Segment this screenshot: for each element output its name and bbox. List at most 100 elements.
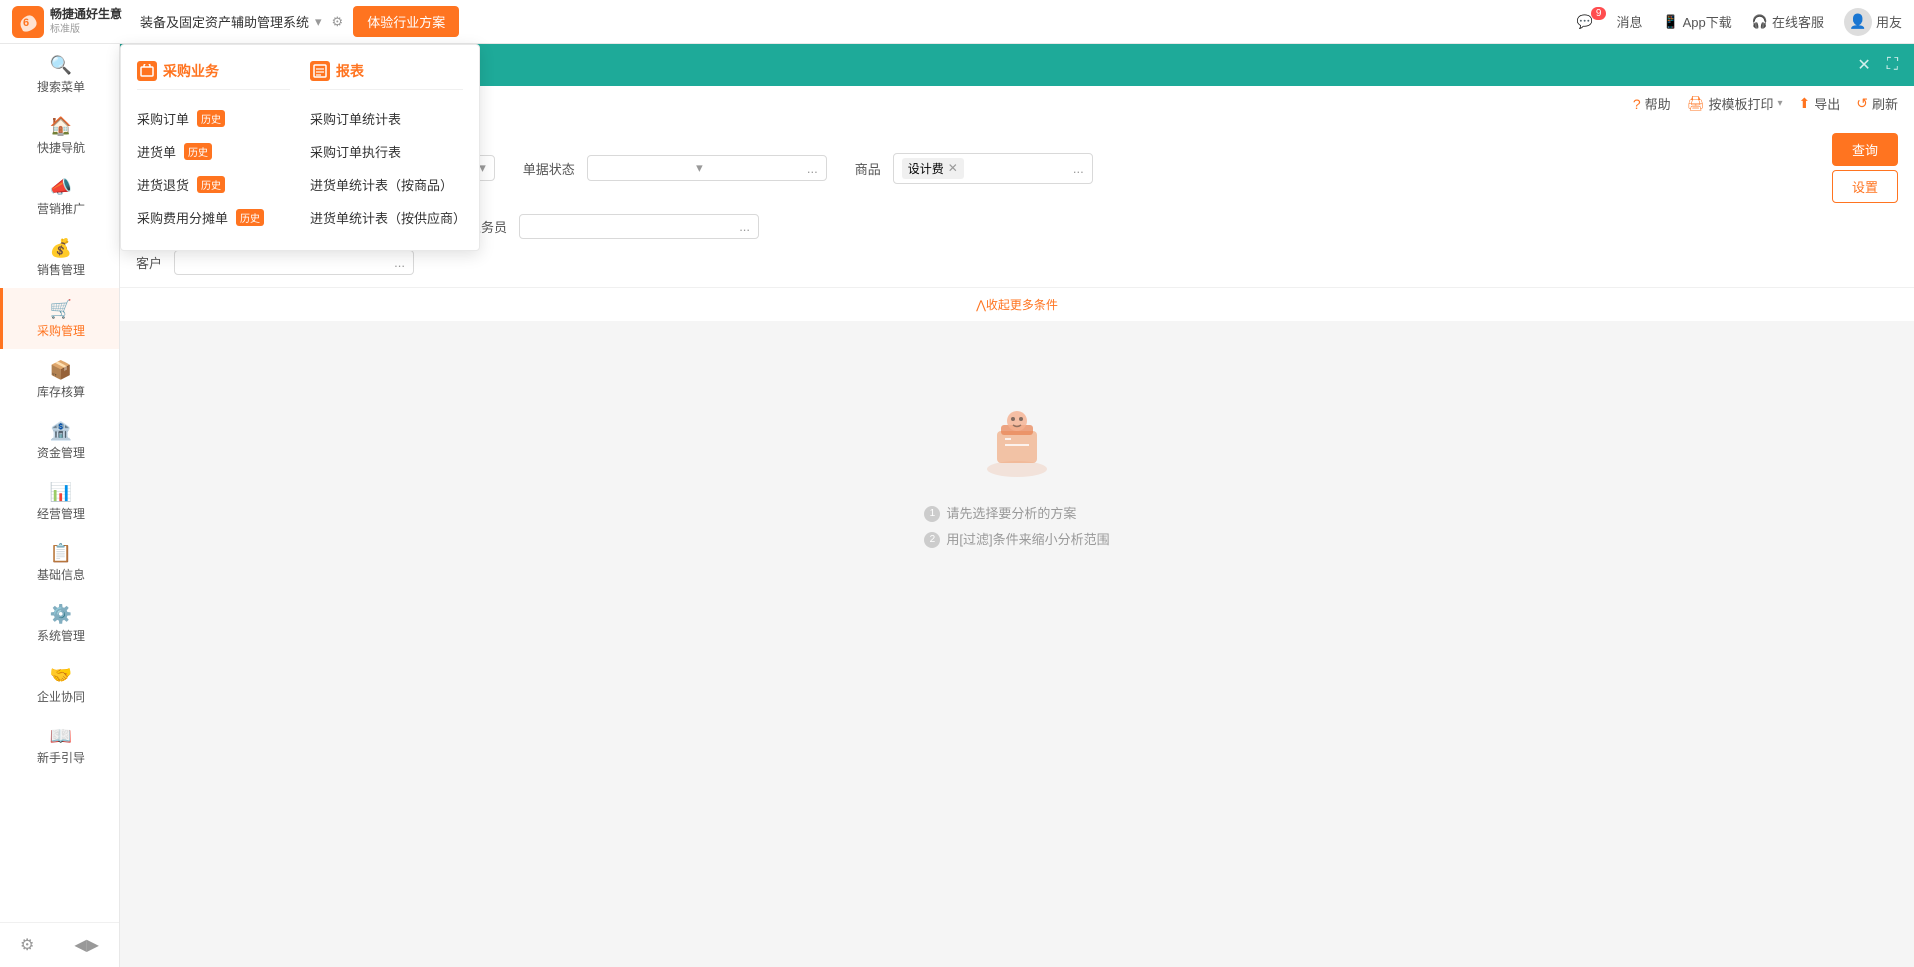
goods-label: 商品 [855,159,881,178]
customer-label: 客户 [136,253,162,272]
sidebar-settings-btn[interactable]: ⚙ [12,931,42,959]
dropdown-item-purchase-expense[interactable]: 采购费用分摊单 历史 [137,201,290,234]
empty-step-2: 2 用[过滤]条件来缩小分析范围 [924,527,1109,553]
enterprise-icon: 🤝 [50,666,72,684]
refresh-btn[interactable]: ↺ 刷新 [1856,94,1898,113]
industry-btn[interactable]: 体验行业方案 [353,6,459,37]
system-title-arrow[interactable]: ▾ [315,14,322,30]
sidebar-item-basicinfo[interactable]: 📋 基础信息 [0,532,119,593]
logo-icon: 6 [12,6,44,38]
date-arrow-icon: ▾ [479,160,486,176]
goods-tag: 设计费 ✕ [902,158,964,179]
empty-text: 1 请先选择要分析的方案 2 用[过滤]条件来缩小分析范围 [924,501,1109,553]
sidebar-collapse-btn[interactable]: ◀▶ [66,931,107,959]
help-btn[interactable]: ? 帮助 [1633,94,1671,113]
sidebar-bottom: ⚙ ◀▶ [0,922,119,967]
sidebar-item-system[interactable]: ⚙️ 系统管理 [0,593,119,654]
sidebar-item-purchase[interactable]: 🛒 采购管理 [0,288,119,349]
sidebar: 🔍 搜索菜单 🏠 快捷导航 📣 营销推广 💰 销售管理 🛒 采购管理 📦 库存核… [0,44,120,967]
print-btn[interactable]: 🖨 按模板打印 ▾ [1687,94,1783,113]
search-icon: 🔍 [50,56,72,74]
salesperson-control[interactable]: ... [519,214,759,239]
logo-area: 6 畅捷通好生意 标准版 [12,6,132,38]
hist-tag-0: 历史 [197,110,225,127]
marketing-icon: 📣 [50,178,72,196]
empty-illustration [967,401,1067,481]
collapse-up-icon: ⋀ [976,298,986,312]
empty-state: 1 请先选择要分析的方案 2 用[过滤]条件来缩小分析范围 [120,321,1914,633]
dropdown-col-report: 报表 采购订单统计表 采购订单执行表 进货单统计表（按商品） 进货单统计表（按供… [310,61,463,234]
help-icon: ? [1633,96,1641,112]
logo-text: 畅捷通好生意 标准版 [50,7,122,36]
filter-row-3: 客户 ... [136,250,1898,275]
export-icon: ⬆ [1799,95,1811,112]
hist-tag-2: 历史 [197,176,225,193]
customer-dots: ... [394,255,405,270]
dropdown-item-purchase-order[interactable]: 采购订单 历史 [137,102,290,135]
dropdown-item-goods-stats-by-supplier[interactable]: 进货单统计表（按供应商） [310,201,463,234]
dropdown-col1-title: 采购业务 [137,61,290,90]
system-settings-icon[interactable]: ⚙ [332,14,344,30]
basicinfo-icon: 📋 [50,544,72,562]
sidebar-item-operations[interactable]: 📊 经营管理 [0,471,119,532]
message-icon: 💬 [1577,14,1593,30]
system-icon: ⚙️ [50,605,72,623]
dropdown-item-purchase-order-exec[interactable]: 采购订单执行表 [310,135,463,168]
sidebar-item-marketing[interactable]: 📣 营销推广 [0,166,119,227]
doc-status-control[interactable]: ▾ ... [587,155,827,181]
goods-tag-close[interactable]: ✕ [948,161,958,175]
system-title-area: 装备及固定资产辅助管理系统 ▾ ⚙ [140,12,343,31]
dropdown-item-purchase-order-stats[interactable]: 采购订单统计表 [310,102,463,135]
dropdown-col2-title: 报表 [310,61,463,90]
user-avatar: 👤 [1844,8,1872,36]
sidebar-item-guide[interactable]: 📖 新手引导 [0,715,119,776]
customer-control[interactable]: ... [174,250,414,275]
sidebar-item-search[interactable]: 🔍 搜索菜单 [0,44,119,105]
export-btn[interactable]: ⬆ 导出 [1799,94,1841,113]
hist-tag-3: 历史 [236,209,264,226]
message-badge: 9 [1591,7,1607,20]
print-icon: 🖨 [1687,95,1705,112]
tab-maximize-btn[interactable]: ⛶ [1881,52,1904,78]
collapse-row[interactable]: ⋀ 收起更多条件 [120,287,1914,321]
sidebar-item-quicknav[interactable]: 🏠 快捷导航 [0,105,119,166]
settings-btn[interactable]: 设置 [1832,170,1898,203]
purchase-dropdown-menu: 采购业务 采购订单 历史 进货单 历史 进货退货 历史 采购费用分摊单 历史 [120,44,480,251]
doc-status-dots: ... [807,161,818,176]
tab-bar-right: ✕ ⛶ [1851,51,1914,79]
app-download-btn[interactable]: 📱 App下载 [1662,12,1731,31]
goods-control[interactable]: 设计费 ✕ ... [893,153,1093,184]
query-btn[interactable]: 查询 [1832,133,1898,166]
salesperson-dots: ... [739,219,750,234]
tab-close-all-btn[interactable]: ✕ [1851,51,1876,79]
sidebar-item-inventory[interactable]: 📦 库存核算 [0,349,119,410]
home-icon: 🏠 [50,117,72,135]
dropdown-item-goods-return[interactable]: 进货退货 历史 [137,168,290,201]
dropdown-item-goods-receipt[interactable]: 进货单 历史 [137,135,290,168]
headset-icon: 🎧 [1752,14,1768,30]
empty-step-1: 1 请先选择要分析的方案 [924,501,1109,527]
doc-status-arrow: ▾ [696,160,703,176]
dropdown-item-goods-stats-by-product[interactable]: 进货单统计表（按商品） [310,168,463,201]
capital-icon: 🏦 [50,422,72,440]
report-col-icon [310,61,330,81]
system-title-text: 装备及固定资产辅助管理系统 [140,12,309,31]
messages-btn[interactable]: 💬 9 消息 [1577,12,1643,31]
goods-dots: ... [1073,161,1084,176]
online-service-btn[interactable]: 🎧 在线客服 [1752,12,1824,31]
sales-icon: 💰 [50,239,72,257]
user-menu-btn[interactable]: 👤 用友 [1844,8,1902,36]
refresh-icon: ↺ [1856,95,1868,112]
print-arrow: ▾ [1777,98,1782,109]
inventory-icon: 📦 [50,361,72,379]
step-num-2: 2 [924,532,940,548]
purchase-icon: 🛒 [50,300,72,318]
sidebar-item-sales[interactable]: 💰 销售管理 [0,227,119,288]
step-num-1: 1 [924,506,940,522]
sidebar-item-capital[interactable]: 🏦 资金管理 [0,410,119,471]
hist-tag-1: 历史 [184,143,212,160]
sidebar-item-enterprise[interactable]: 🤝 企业协同 [0,654,119,715]
guide-icon: 📖 [50,727,72,745]
query-actions: 查询 设置 [1832,133,1898,203]
top-header: 6 畅捷通好生意 标准版 装备及固定资产辅助管理系统 ▾ ⚙ 体验行业方案 💬 … [0,0,1914,44]
